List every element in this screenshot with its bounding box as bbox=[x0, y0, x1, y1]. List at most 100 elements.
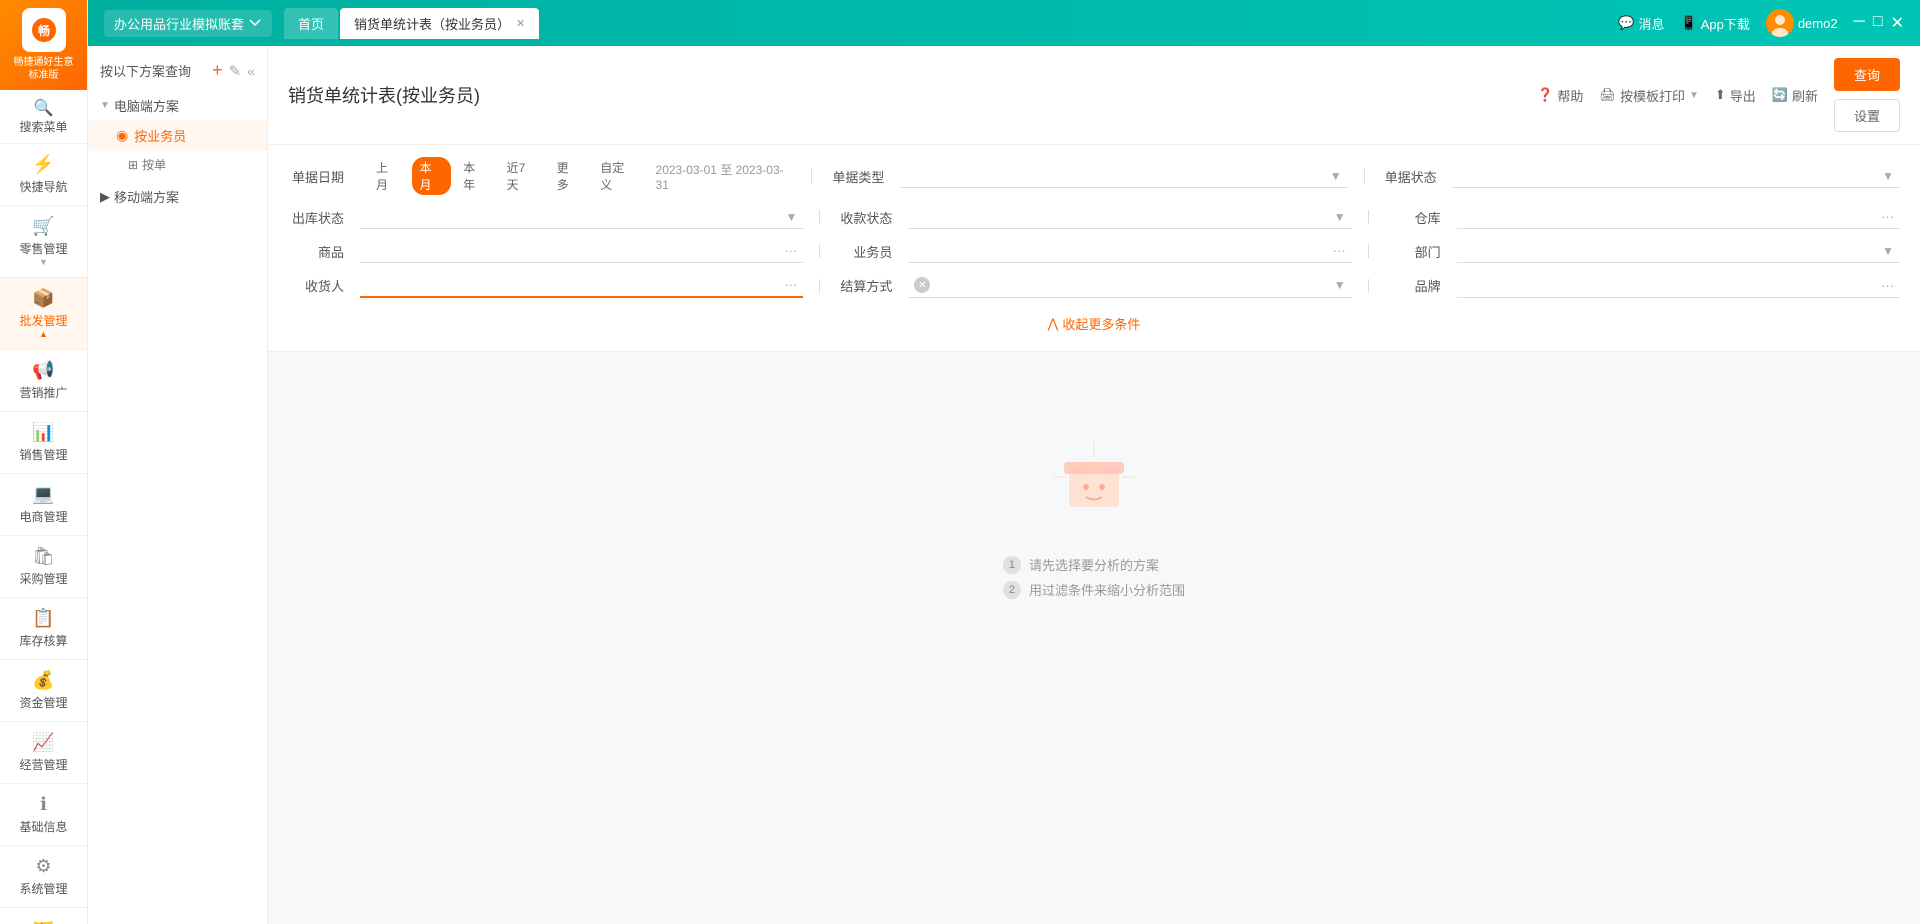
settle-input[interactable]: ✕ ▼ bbox=[908, 273, 1351, 298]
section-mobile-header[interactable]: ▶ 移动端方案 bbox=[88, 182, 267, 211]
sidebar-item-wholesale[interactable]: 📦 批发管理 ▲ bbox=[0, 278, 87, 350]
window-controls: ─ □ ✕ bbox=[1854, 13, 1904, 33]
content-area: 按以下方案查询 + ✎ « ▼ 电脑端方案 ◉ 按业务员 ⊞ 按 bbox=[88, 46, 1920, 924]
tab-report[interactable]: 销货单统计表（按业务员） ✕ bbox=[340, 8, 539, 39]
sidebar-item-retail[interactable]: 🛒 零售管理 ▼ bbox=[0, 206, 87, 278]
date-quick-buttons: 上月 本月 本年 近7天 更多 自定义 bbox=[368, 157, 644, 195]
receiver-input[interactable]: ··· bbox=[360, 273, 803, 298]
date-range-display: 2023-03-01 至 2023-03-31 bbox=[656, 161, 796, 192]
salesman-input[interactable]: ··· bbox=[908, 239, 1351, 263]
filter-row-4: 收货人 ··· 结算方式 ✕ ▼ 品牌 ··· bbox=[288, 273, 1900, 298]
scheme-salesman[interactable]: ◉ 按业务员 bbox=[88, 120, 267, 151]
scheme-order[interactable]: ⊞ 按单 bbox=[88, 151, 267, 178]
sidebar-item-inventory[interactable]: 📋 库存核算 bbox=[0, 598, 87, 660]
warehouse-input[interactable]: ··· bbox=[1457, 205, 1900, 229]
sidebar-item-operations[interactable]: 📈 经营管理 bbox=[0, 722, 87, 784]
collapse-panel-button[interactable]: « bbox=[247, 63, 255, 79]
pay-status-input[interactable]: ▼ bbox=[908, 206, 1351, 229]
pay-status-dropdown: ▼ bbox=[1334, 210, 1346, 224]
salesman-more-icon: ··· bbox=[1333, 243, 1346, 258]
collapse-filters-button[interactable]: ⋀ 收起更多条件 bbox=[1042, 308, 1147, 339]
sidebar-item-quicknav[interactable]: ⚡ 快捷导航 bbox=[0, 144, 87, 206]
divider-2 bbox=[1364, 169, 1365, 183]
app-selector[interactable]: 办公用品行业模拟账套 bbox=[104, 10, 272, 37]
system-icon: ⚙ bbox=[35, 856, 51, 877]
topbar-tabs: 首页 销货单统计表（按业务员） ✕ bbox=[284, 8, 1606, 39]
date-btn-thismonth[interactable]: 本月 bbox=[412, 157, 452, 195]
edit-scheme-button[interactable]: ✎ bbox=[229, 62, 242, 80]
date-btn-7days[interactable]: 近7天 bbox=[499, 157, 545, 195]
refresh-button[interactable]: 🔄 刷新 bbox=[1772, 86, 1818, 105]
section-desktop-header[interactable]: ▼ 电脑端方案 bbox=[88, 91, 267, 120]
help-button[interactable]: ❓ 帮助 bbox=[1537, 86, 1583, 105]
brand-input[interactable]: ··· bbox=[1457, 274, 1900, 298]
print-icon: 🖨 bbox=[1599, 87, 1616, 103]
date-btn-lastmonth[interactable]: 上月 bbox=[368, 157, 408, 195]
out-status-input[interactable]: ▼ bbox=[360, 206, 803, 229]
user-menu[interactable]: demo2 bbox=[1766, 9, 1838, 37]
add-scheme-button[interactable]: + bbox=[212, 60, 223, 81]
retail-icon: 🛒 bbox=[32, 216, 54, 237]
filter-row-2: 出库状态 ▼ 收款状态 ▼ 仓库 ··· bbox=[288, 205, 1900, 229]
date-btn-more[interactable]: 更多 bbox=[549, 157, 589, 195]
empty-state: 1 请先选择要分析的方案 2 用过滤条件来缩小分析范围 bbox=[268, 352, 1920, 679]
tab-close-button[interactable]: ✕ bbox=[516, 17, 525, 30]
inventory-icon: 📋 bbox=[32, 608, 54, 629]
dept-input[interactable]: ▼ bbox=[1457, 240, 1900, 263]
date-btn-custom[interactable]: 自定义 bbox=[592, 157, 643, 195]
sales-icon: 📊 bbox=[32, 422, 54, 443]
msg-button[interactable]: 💬 消息 bbox=[1618, 14, 1664, 33]
setting-button[interactable]: 设置 bbox=[1834, 99, 1900, 132]
goods-input[interactable]: ··· bbox=[360, 239, 803, 263]
status-input[interactable]: ▼ bbox=[1453, 165, 1900, 188]
export-icon: ⬆ bbox=[1715, 87, 1726, 103]
divider-6 bbox=[1368, 244, 1369, 258]
sidebar-item-finance[interactable]: 💰 资金管理 bbox=[0, 660, 87, 722]
divider-3 bbox=[819, 210, 820, 224]
sidebar-item-system[interactable]: ⚙ 系统管理 bbox=[0, 846, 87, 908]
ecom-icon: 💻 bbox=[32, 484, 54, 505]
window-close-button[interactable]: ✕ bbox=[1891, 13, 1904, 33]
filter-row-3: 商品 ··· 业务员 ··· 部门 ▼ bbox=[288, 239, 1900, 263]
logo-icon: 畅 bbox=[22, 8, 66, 52]
print-dropdown-icon: ▼ bbox=[1689, 90, 1699, 101]
sidebar-search[interactable]: 🔍 搜索菜单 bbox=[0, 90, 87, 144]
print-button[interactable]: 🖨 按模板打印 ▼ bbox=[1599, 86, 1698, 105]
collab-icon: 🤝 bbox=[32, 918, 54, 924]
section-arrow: ▼ bbox=[100, 100, 110, 111]
divider-1 bbox=[811, 169, 812, 183]
right-panel: 销货单统计表(按业务员) ❓ 帮助 🖨 按模板打印 ▼ ⬆ 导出 bbox=[268, 46, 1920, 924]
maximize-button[interactable]: □ bbox=[1873, 13, 1883, 33]
settle-clear[interactable]: ✕ bbox=[914, 277, 930, 293]
brand-more-icon: ··· bbox=[1881, 278, 1894, 293]
section-mobile: ▶ 移动端方案 bbox=[88, 182, 267, 211]
app-download-button[interactable]: 📱 App下载 bbox=[1681, 14, 1750, 33]
minimize-button[interactable]: ─ bbox=[1854, 13, 1865, 33]
refresh-icon: 🔄 bbox=[1772, 87, 1788, 103]
type-input[interactable]: ▼ bbox=[900, 165, 1347, 188]
filter-row-1: 单据日期 上月 本月 本年 近7天 更多 自定义 2023-03-01 至 20… bbox=[288, 157, 1900, 195]
sidebar-item-marketing[interactable]: 📢 营销推广 bbox=[0, 350, 87, 412]
export-button[interactable]: ⬆ 导出 bbox=[1715, 86, 1756, 105]
sidebar-item-sales[interactable]: 📊 销售管理 bbox=[0, 412, 87, 474]
warehouse-more-icon: ··· bbox=[1881, 209, 1894, 224]
left-panel-actions: + ✎ « bbox=[212, 60, 255, 81]
sidebar-item-ecom[interactable]: 💻 电商管理 bbox=[0, 474, 87, 536]
sidebar-item-collab[interactable]: 🤝 企业协同 bbox=[0, 908, 87, 924]
divider-8 bbox=[1368, 279, 1369, 293]
sidebar-item-purchase[interactable]: 🛍 采购管理 bbox=[0, 536, 87, 598]
left-panel-header: 按以下方案查询 + ✎ « bbox=[88, 54, 267, 87]
date-btn-thisyear[interactable]: 本年 bbox=[455, 157, 495, 195]
main-area: 办公用品行业模拟账套 首页 销货单统计表（按业务员） ✕ 💬 消息 📱 App下… bbox=[88, 0, 1920, 924]
query-button[interactable]: 查询 bbox=[1834, 58, 1900, 91]
svg-text:畅: 畅 bbox=[37, 23, 49, 38]
tab-home[interactable]: 首页 bbox=[284, 8, 338, 39]
sidebar-item-basicinfo[interactable]: ℹ 基础信息 bbox=[0, 784, 87, 846]
download-icon: 📱 bbox=[1681, 15, 1697, 31]
purchase-icon: 🛍 bbox=[32, 546, 55, 567]
divider-5 bbox=[819, 244, 820, 258]
goods-more-icon: ··· bbox=[784, 243, 797, 258]
sidebar-logo: 畅 畅捷通好生意 标准版 bbox=[0, 0, 87, 90]
section-desktop: ▼ 电脑端方案 ◉ 按业务员 ⊞ 按单 bbox=[88, 91, 267, 178]
page-header-actions: ❓ 帮助 🖨 按模板打印 ▼ ⬆ 导出 🔄 刷新 bbox=[1537, 58, 1900, 132]
